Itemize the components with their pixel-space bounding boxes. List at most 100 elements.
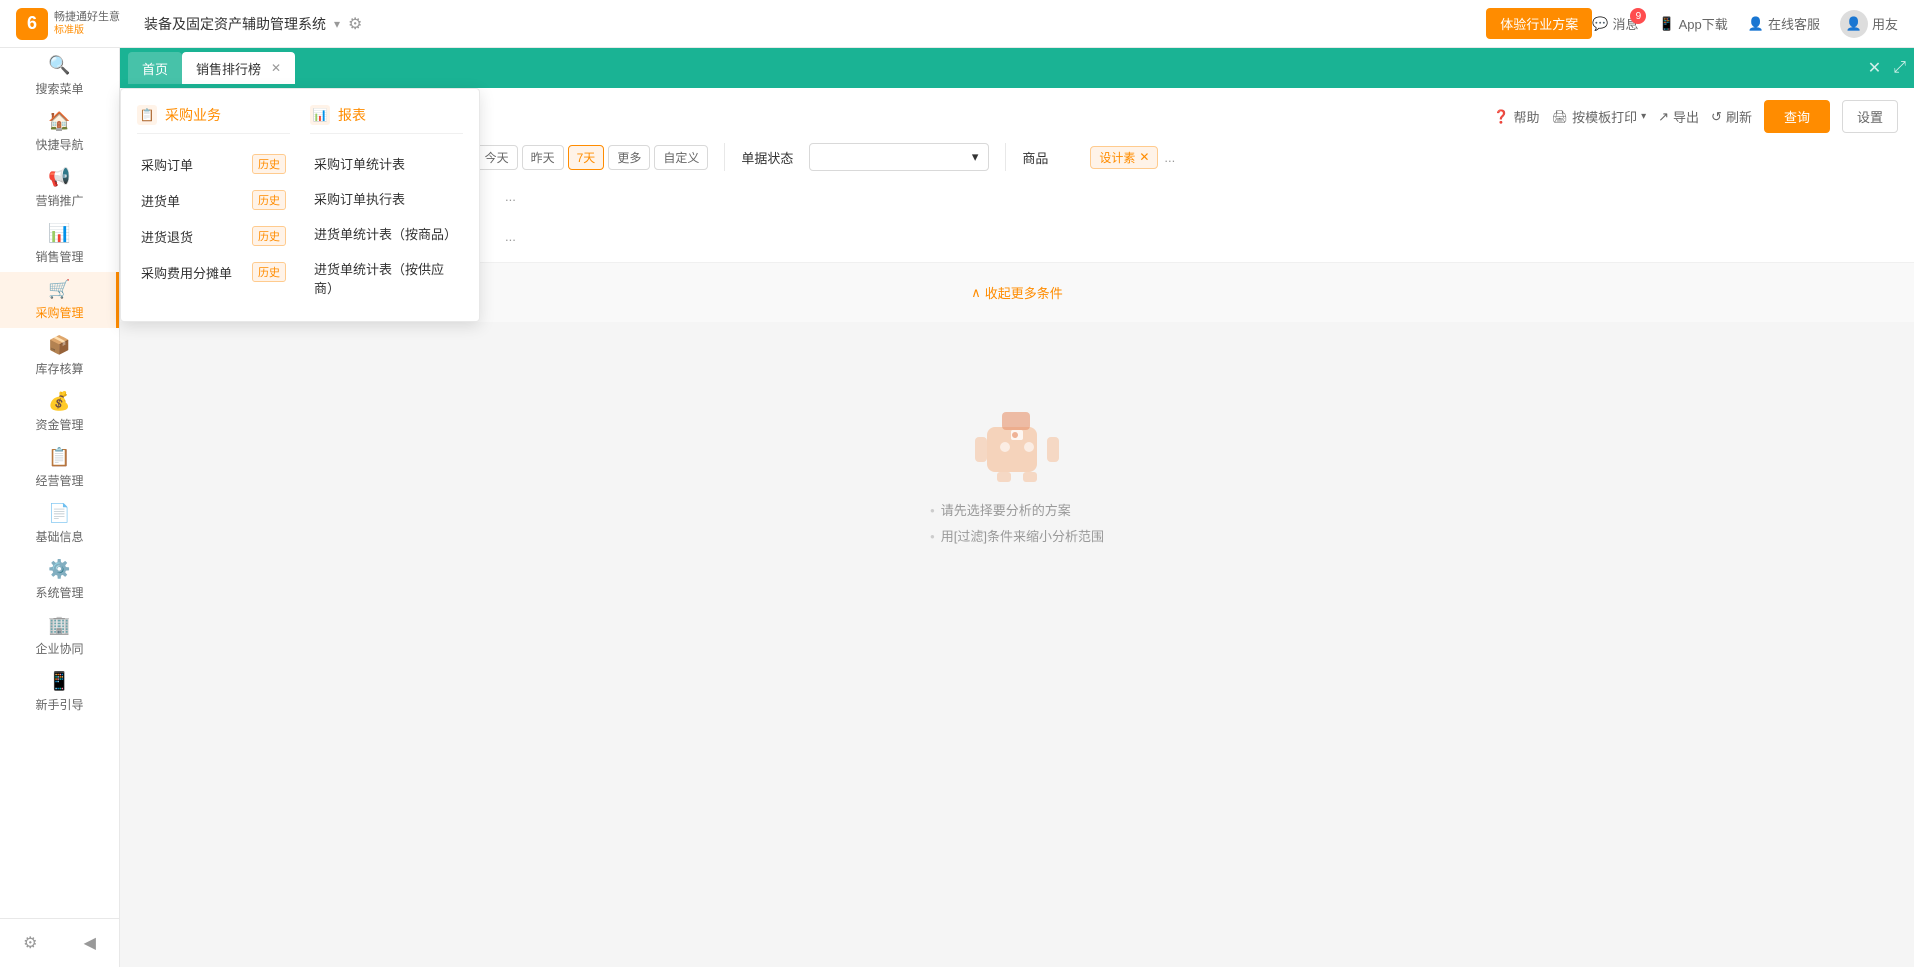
doc-status-dropdown-icon: ▾: [972, 149, 979, 165]
history-badge-1: 历史: [252, 154, 286, 174]
avatar-icon: 👤: [1846, 16, 1862, 32]
sidebar: 🔍 搜索菜单 🏠 快捷导航 📢 营销推广 📊 销售管理 🛒 采购管理 📦 库存核…: [0, 48, 120, 967]
app-download-button[interactable]: 📱 App下载: [1658, 14, 1727, 33]
print-icon: 🖨: [1552, 109, 1569, 125]
dropdown-item-order-exec[interactable]: 采购订单执行表: [310, 181, 463, 216]
user-menu-button[interactable]: 👤 用友: [1840, 10, 1898, 38]
sidebar-item-newguide[interactable]: 📱 新手引导: [0, 664, 119, 720]
date-quick-buttons: 今天 昨天 7天 更多 自定义: [476, 145, 709, 170]
messages-badge: 9: [1630, 8, 1646, 24]
dropdown-columns: 📋 采购业务 采购订单 历史 进货单 历史 进货退货 历史 采购费用分摊单 历史: [137, 105, 463, 305]
export-button[interactable]: ↗ 导出: [1658, 107, 1699, 126]
dropdown-item-inbound-stats-goods[interactable]: 进货单统计表（按商品）: [310, 216, 463, 251]
collapse-button[interactable]: ∧ 收起更多条件: [965, 277, 1069, 308]
logo-text: 畅捷通好生意 标准版: [54, 10, 120, 37]
service-icon: 👤: [1748, 16, 1764, 32]
dropdown-item-expense[interactable]: 采购费用分摊单 历史: [137, 254, 290, 290]
inventory-icon: 📦: [48, 335, 70, 356]
tab-bar-end: ✕ ⤢: [1868, 58, 1906, 78]
system-icon: ⚙️: [48, 559, 70, 580]
sidebar-item-finance[interactable]: 💰 资金管理: [0, 384, 119, 440]
tab-bar: 首页 销售排行榜 ✕ ✕ ⤢: [120, 48, 1914, 88]
marketing-icon: 📢: [48, 167, 70, 188]
title-settings-icon[interactable]: ⚙: [348, 14, 362, 34]
refresh-icon: ↺: [1711, 109, 1722, 125]
date-custom-btn[interactable]: 自定义: [654, 145, 708, 170]
help-icon: ❓: [1493, 109, 1509, 125]
phone-icon: 📱: [1658, 16, 1674, 32]
print-dropdown-icon[interactable]: ▾: [1641, 111, 1646, 122]
query-button[interactable]: 查询: [1764, 100, 1830, 133]
empty-state: 请先选择要分析的方案 用[过滤]条件来缩小分析范围: [120, 322, 1914, 630]
newguide-icon: 📱: [48, 671, 70, 692]
title-dropdown-icon[interactable]: ▾: [334, 17, 340, 31]
customer-more-btn[interactable]: ...: [505, 229, 516, 244]
header-title-area: 装备及固定资产辅助管理系统 ▾ ⚙: [144, 14, 1486, 34]
sidebar-bottom: ⚙ ◀: [0, 918, 119, 967]
top-header: 6 畅捷通好生意 标准版 装备及固定资产辅助管理系统 ▾ ⚙ 体验行业方案 💬 …: [0, 0, 1914, 48]
history-badge-4: 历史: [252, 262, 286, 282]
print-button[interactable]: 🖨 按模板打印 ▾: [1552, 107, 1647, 126]
refresh-button[interactable]: ↺ 刷新: [1711, 107, 1752, 126]
dropdown-item-order-stats[interactable]: 采购订单统计表: [310, 146, 463, 181]
tab-sales-rank[interactable]: 销售排行榜 ✕: [182, 52, 295, 84]
dropdown-col-purchase-header: 📋 采购业务: [137, 105, 290, 134]
sidebar-item-marketing[interactable]: 📢 营销推广: [0, 160, 119, 216]
header-actions: 💬 消息 9 📱 App下载 👤 在线客服 👤 用友: [1592, 10, 1898, 38]
help-button[interactable]: ❓ 帮助: [1493, 107, 1539, 126]
filter-separator-1: [724, 143, 725, 171]
logo-area: 6 畅捷通好生意 标准版: [16, 8, 136, 40]
salesperson-more-btn[interactable]: ...: [505, 189, 516, 204]
tab-maximize-icon[interactable]: ⤢: [1893, 59, 1906, 77]
online-service-button[interactable]: 👤 在线客服: [1748, 14, 1820, 33]
sidebar-item-operation[interactable]: 📋 经营管理: [0, 440, 119, 496]
doc-status-label: 单据状态: [741, 148, 797, 167]
tab-close-all-icon[interactable]: ✕: [1868, 58, 1881, 78]
customer-filter: ...: [505, 229, 516, 244]
experience-button[interactable]: 体验行业方案: [1486, 8, 1592, 39]
dropdown-item-inbound-stats-supplier[interactable]: 进货单统计表（按供应商）: [310, 251, 463, 305]
search-icon: 🔍: [48, 55, 70, 76]
logo-icon: 6: [16, 8, 48, 40]
empty-icon: [967, 402, 1067, 482]
export-icon: ↗: [1658, 109, 1669, 125]
dropdown-col-reports-header: 📊 报表: [310, 105, 463, 134]
dropdown-col-purchase: 📋 采购业务 采购订单 历史 进货单 历史 进货退货 历史 采购费用分摊单 历史: [137, 105, 290, 305]
history-badge-2: 历史: [252, 190, 286, 210]
date-yesterday-btn[interactable]: 昨天: [522, 145, 564, 170]
sidebar-collapse-btn[interactable]: ◀: [76, 929, 104, 957]
tab-close-icon[interactable]: ✕: [271, 61, 281, 75]
sidebar-item-basicinfo[interactable]: 📄 基础信息: [0, 496, 119, 552]
sidebar-item-search[interactable]: 🔍 搜索菜单: [0, 48, 119, 104]
date-7days-btn[interactable]: 7天: [568, 145, 605, 170]
doc-status-select[interactable]: ▾: [809, 143, 989, 171]
home-icon: 🏠: [48, 111, 70, 132]
dropdown-item-purchase-order[interactable]: 采购订单 历史: [137, 146, 290, 182]
purchase-dropdown-menu: 📋 采购业务 采购订单 历史 进货单 历史 进货退货 历史 采购费用分摊单 历史: [120, 88, 480, 322]
dropdown-item-inbound[interactable]: 进货单 历史: [137, 182, 290, 218]
goods-tag[interactable]: 设计素 ✕: [1090, 146, 1158, 169]
purchase-icon: 🛒: [48, 279, 70, 300]
sidebar-item-purchase[interactable]: 🛒 采购管理: [0, 272, 119, 328]
dropdown-item-return[interactable]: 进货退货 历史: [137, 218, 290, 254]
sidebar-item-enterprise[interactable]: 🏢 企业协同: [0, 608, 119, 664]
empty-tip-1: 请先选择要分析的方案: [930, 498, 1104, 524]
date-today-btn[interactable]: 今天: [476, 145, 518, 170]
sidebar-item-quicknav[interactable]: 🏠 快捷导航: [0, 104, 119, 160]
purchase-col-icon: 📋: [137, 105, 157, 125]
dropdown-col-reports: 📊 报表 采购订单统计表 采购订单执行表 进货单统计表（按商品） 进货单统计表（…: [310, 105, 463, 305]
filter-settings-button[interactable]: 设置: [1842, 100, 1898, 133]
reports-col-icon: 📊: [310, 105, 330, 125]
messages-button[interactable]: 💬 消息 9: [1592, 14, 1638, 33]
sidebar-item-inventory[interactable]: 📦 库存核算: [0, 328, 119, 384]
goods-tag-close[interactable]: ✕: [1139, 150, 1149, 164]
basicinfo-icon: 📄: [48, 503, 70, 524]
sidebar-settings-btn[interactable]: ⚙: [15, 929, 45, 957]
date-more-btn[interactable]: 更多: [608, 145, 650, 170]
enterprise-icon: 🏢: [48, 615, 70, 636]
sidebar-item-system[interactable]: ⚙️ 系统管理: [0, 552, 119, 608]
tab-home[interactable]: 首页: [128, 52, 182, 84]
sidebar-item-sales[interactable]: 📊 销售管理: [0, 216, 119, 272]
goods-more-btn[interactable]: ...: [1164, 150, 1175, 165]
empty-tip-2: 用[过滤]条件来缩小分析范围: [930, 524, 1104, 550]
